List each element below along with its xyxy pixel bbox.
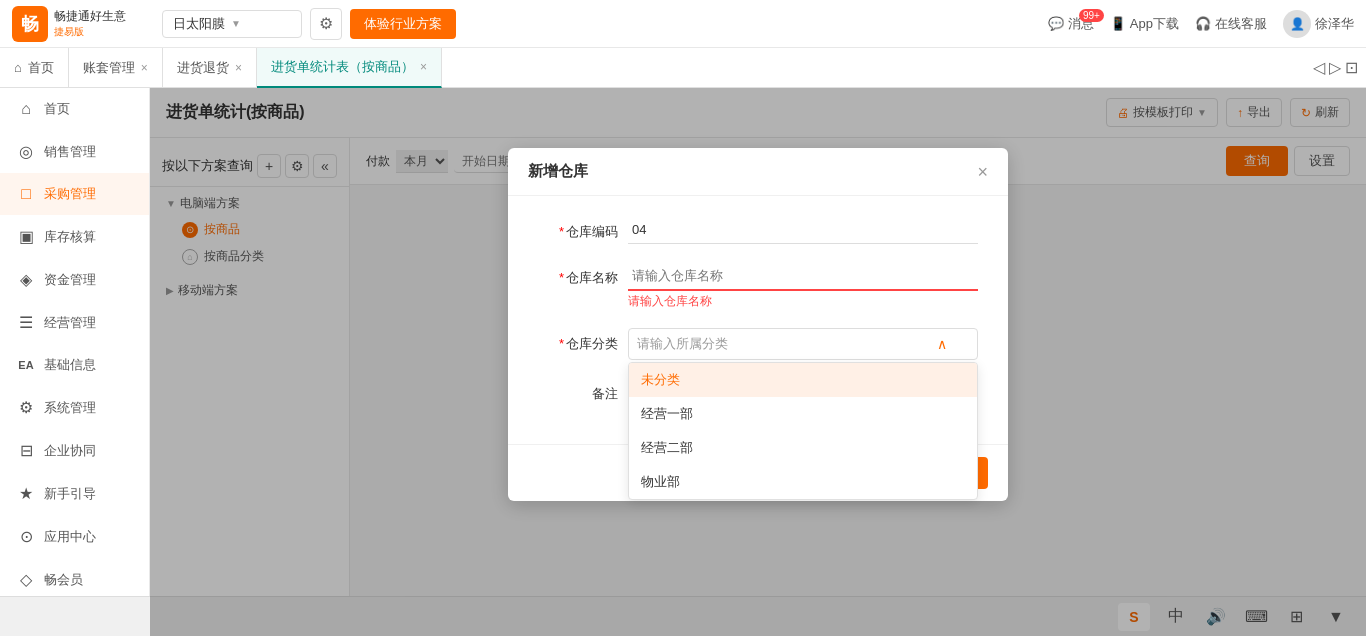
home-icon: ⌂ [16,100,36,118]
sidebar-item-guide[interactable]: ★ 新手引导 [0,472,149,515]
sidebar-item-member[interactable]: ◇ 畅会员 [0,558,149,601]
warehouse-name-label: 仓库名称 [538,262,618,287]
warehouse-name-error: 请输入仓库名称 [628,293,978,310]
category-dropdown: 未分类 经营一部 经营二部 物业部 [628,362,978,500]
tab-home[interactable]: ⌂ 首页 [0,48,69,88]
content-area: 进货单统计(按商品) 🖨 按模板打印 ▼ ↑ 导出 ↻ 刷新 [150,88,1366,636]
message-badge: 99+ [1079,9,1104,22]
add-warehouse-modal: 新增仓库 × 仓库编码 仓库名称 [508,148,1008,501]
warehouse-remark-label: 备注 [538,378,618,403]
main-layout: ⌂ 首页 ◎ 销售管理 □ 采购管理 ▣ 库存核算 ◈ 资金管理 ☰ 经营管理 … [0,88,1366,636]
home-icon: ⌂ [14,60,22,75]
operations-icon: ☰ [16,313,36,332]
sidebar-item-basic-info[interactable]: EA 基础信息 [0,344,149,386]
sidebar-item-apps[interactable]: ⊙ 应用中心 [0,515,149,558]
settings-button[interactable]: ⚙ [310,8,342,40]
sidebar-item-purchase[interactable]: □ 采购管理 [0,173,149,215]
tab-bar: ⌂ 首页 账套管理 × 进货退货 × 进货单统计表（按商品） × ◁ ▷ ⊡ [0,48,1366,88]
dropdown-item-dept3[interactable]: 物业部 [629,465,977,499]
online-service-button[interactable]: 🎧 在线客服 [1195,15,1267,33]
finance-icon: ◈ [16,270,36,289]
tab-close-icon[interactable]: × [420,60,427,74]
warehouse-name-row: 仓库名称 请输入仓库名称 [538,262,978,310]
sidebar-item-inventory[interactable]: ▣ 库存核算 [0,215,149,258]
warehouse-category-select[interactable]: 请输入所属分类 ∧ [628,328,978,360]
sidebar-item-enterprise[interactable]: ⊟ 企业协同 [0,429,149,472]
tab-prev-icon[interactable]: ◁ [1313,58,1325,77]
chevron-up-icon: ∧ [937,336,947,352]
enterprise-icon: ⊟ [16,441,36,460]
warehouse-name-control: 请输入仓库名称 [628,262,978,310]
top-header: 畅 畅捷通好生意 捷易版 日太阳膜 ▼ ⚙ 体验行业方案 💬 消息 99+ 📱 … [0,0,1366,48]
tab-account[interactable]: 账套管理 × [69,48,163,88]
category-placeholder: 请输入所属分类 [637,335,728,353]
tab-close-icon[interactable]: × [235,61,242,75]
guide-icon: ★ [16,484,36,503]
trial-button[interactable]: 体验行业方案 [350,9,456,39]
modal-title: 新增仓库 [528,162,588,181]
warehouse-code-label: 仓库编码 [538,216,618,241]
member-icon: ◇ [16,570,36,589]
phone-icon: 📱 [1110,16,1126,31]
inventory-icon: ▣ [16,227,36,246]
sidebar-item-system[interactable]: ⚙ 系统管理 [0,386,149,429]
apps-icon: ⊙ [16,527,36,546]
header-middle: 日太阳膜 ▼ ⚙ 体验行业方案 [162,8,1048,40]
purchase-icon: □ [16,185,36,203]
chevron-down-icon: ▼ [231,18,241,29]
sidebar: ⌂ 首页 ◎ 销售管理 □ 采购管理 ▣ 库存核算 ◈ 资金管理 ☰ 经营管理 … [0,88,150,636]
modal-close-button[interactable]: × [977,163,988,181]
tab-controls: ◁ ▷ ⊡ [1305,58,1366,77]
logo-area: 畅 畅捷通好生意 捷易版 [12,6,162,42]
dropdown-item-dept2[interactable]: 经营二部 [629,431,977,465]
sidebar-item-sales[interactable]: ◎ 销售管理 [0,130,149,173]
warehouse-name-input[interactable] [628,262,978,291]
headset-icon: 🎧 [1195,16,1211,31]
modal-header: 新增仓库 × [508,148,1008,196]
basic-info-icon: EA [16,359,36,371]
logo-text: 畅捷通好生意 捷易版 [54,8,126,39]
dropdown-item-uncategorized[interactable]: 未分类 [629,363,977,397]
user-menu[interactable]: 👤 徐泽华 [1283,10,1354,38]
message-icon: 💬 [1048,16,1064,31]
tab-purchase-stats[interactable]: 进货单统计表（按商品） × [257,48,442,88]
sales-icon: ◎ [16,142,36,161]
tab-next-icon[interactable]: ▷ [1329,58,1341,77]
warehouse-code-input[interactable] [628,216,978,244]
warehouse-code-control [628,216,978,244]
sidebar-item-finance[interactable]: ◈ 资金管理 [0,258,149,301]
tab-close-icon[interactable]: × [141,61,148,75]
tab-expand-icon[interactable]: ⊡ [1345,58,1358,77]
modal-body: 仓库编码 仓库名称 请输入仓库名称 [508,196,1008,444]
header-right: 💬 消息 99+ 📱 App下载 🎧 在线客服 👤 徐泽华 [1048,10,1354,38]
warehouse-category-control: 请输入所属分类 ∧ 未分类 经营一部 经营二部 物业部 [628,328,978,360]
avatar: 👤 [1283,10,1311,38]
system-icon: ⚙ [16,398,36,417]
store-selector[interactable]: 日太阳膜 ▼ [162,10,302,38]
warehouse-code-row: 仓库编码 [538,216,978,244]
sidebar-item-operations[interactable]: ☰ 经营管理 [0,301,149,344]
sidebar-item-home[interactable]: ⌂ 首页 [0,88,149,130]
app-download-button[interactable]: 📱 App下载 [1110,15,1179,33]
logo-icon: 畅 [12,6,48,42]
message-button[interactable]: 💬 消息 99+ [1048,15,1094,33]
tab-purchase-return[interactable]: 进货退货 × [163,48,257,88]
warehouse-category-row: 仓库分类 请输入所属分类 ∧ 未分类 经营一部 经营二部 物业 [538,328,978,360]
warehouse-category-label: 仓库分类 [538,328,618,353]
dropdown-item-dept1[interactable]: 经营一部 [629,397,977,431]
modal-overlay: 新增仓库 × 仓库编码 仓库名称 [150,88,1366,636]
